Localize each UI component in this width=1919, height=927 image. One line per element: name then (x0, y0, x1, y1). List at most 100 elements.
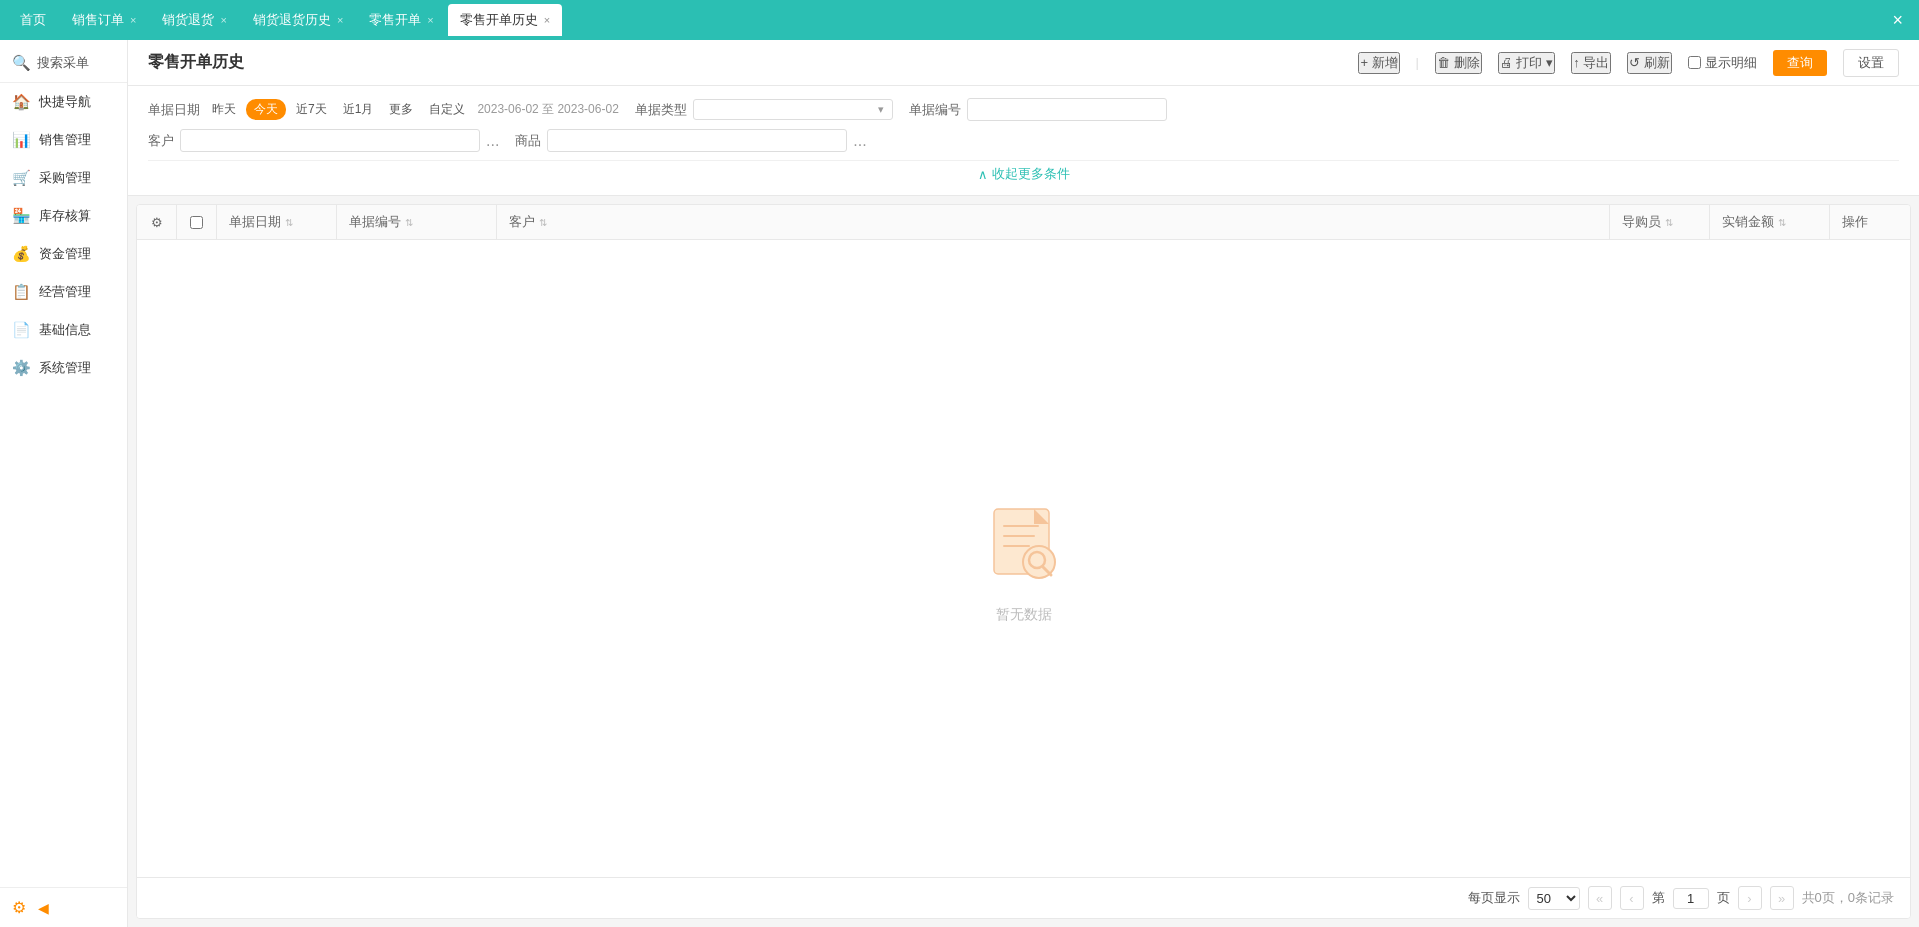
tab-sales-return-history-close[interactable]: × (337, 14, 343, 26)
last-page-icon: » (1778, 891, 1785, 906)
order-no-input[interactable] (967, 98, 1167, 121)
empty-state: 暂无数据 (137, 240, 1910, 877)
sidebar-sales-label: 销售管理 (39, 131, 91, 149)
print-button[interactable]: 🖨 打印 ▾ (1498, 52, 1556, 74)
prev-page-icon: ‹ (1629, 891, 1633, 906)
page-number-input[interactable] (1673, 888, 1709, 909)
th-order-no-sort: ⇅ (405, 217, 413, 228)
filter-row-2: 客户 ... 商品 ... (148, 129, 1899, 152)
th-customer[interactable]: 客户 ⇅ (497, 205, 1610, 239)
print-button-label: 🖨 打印 (1500, 54, 1543, 72)
type-filter-select[interactable]: ▾ (693, 99, 893, 120)
query-button-label: 查询 (1787, 54, 1813, 72)
sidebar-search-label: 搜索采单 (37, 54, 89, 72)
th-settings[interactable]: ⚙ (137, 205, 177, 239)
page-label: 第 (1652, 889, 1665, 907)
finance-icon: 💰 (12, 245, 31, 263)
product-dots[interactable]: ... (853, 132, 866, 150)
page-suffix: 页 (1717, 889, 1730, 907)
tab-retail-open-close[interactable]: × (427, 14, 433, 26)
th-salesman[interactable]: 导购员 ⇅ (1610, 205, 1710, 239)
operation-icon: 📋 (12, 283, 31, 301)
add-button[interactable]: + 新增 (1358, 52, 1399, 74)
tab-retail-open[interactable]: 零售开单 × (357, 4, 445, 36)
next-page-icon: › (1747, 891, 1751, 906)
query-button[interactable]: 查询 (1773, 50, 1827, 76)
collapse-label: 收起更多条件 (992, 165, 1070, 183)
tab-sales-return[interactable]: 销货退货 × (150, 4, 238, 36)
sidebar-operation-label: 经营管理 (39, 283, 91, 301)
last-page-button[interactable]: » (1770, 886, 1794, 910)
type-filter-arrow: ▾ (878, 103, 884, 116)
th-amount[interactable]: 实销金额 ⇅ (1710, 205, 1830, 239)
tab-retail-open-history[interactable]: 零售开单历史 × (448, 4, 562, 36)
tab-sales-order[interactable]: 销售订单 × (60, 4, 148, 36)
home-icon: 🏠 (12, 93, 31, 111)
table-container: ⚙ 单据日期 ⇅ 单据编号 ⇅ 客户 ⇅ 导购员 (136, 204, 1911, 919)
date-more-btn[interactable]: 更多 (383, 99, 419, 120)
table-settings-icon[interactable]: ⚙ (151, 215, 163, 230)
sidebar-item-operation[interactable]: 📋 经营管理 (0, 273, 127, 311)
sidebar-item-purchase[interactable]: 🛒 采购管理 (0, 159, 127, 197)
delete-button[interactable]: 🗑 删除 (1435, 52, 1482, 74)
empty-icon (974, 494, 1074, 594)
tab-retail-open-history-close[interactable]: × (544, 14, 550, 26)
th-checkbox[interactable] (177, 205, 217, 239)
print-arrow-icon: ▾ (1546, 55, 1553, 70)
th-order-no[interactable]: 单据编号 ⇅ (337, 205, 497, 239)
empty-text: 暂无数据 (996, 606, 1052, 624)
date-last7-btn[interactable]: 近7天 (290, 99, 333, 120)
tab-sales-return-close[interactable]: × (220, 14, 226, 26)
customer-dots[interactable]: ... (486, 132, 499, 150)
page-actions: + 新增 | 🗑 删除 🖨 打印 ▾ ↑ 导出 ↺ 刷新 (1358, 49, 1899, 77)
filter-row-1: 单据日期 昨天 今天 近7天 近1月 更多 自定义 2023-06-02 至 2… (148, 98, 1899, 121)
export-button[interactable]: ↑ 导出 (1571, 52, 1611, 74)
order-no-filter-label: 单据编号 (909, 101, 961, 119)
inventory-icon: 🏪 (12, 207, 31, 225)
refresh-button[interactable]: ↺ 刷新 (1627, 52, 1672, 74)
th-date[interactable]: 单据日期 ⇅ (217, 205, 337, 239)
sidebar-quick-nav-label: 快捷导航 (39, 93, 91, 111)
th-customer-sort: ⇅ (539, 217, 547, 228)
tab-sales-return-history[interactable]: 销货退货历史 × (241, 4, 355, 36)
display-detail-checkbox[interactable] (1688, 56, 1701, 69)
customer-input[interactable] (180, 129, 480, 152)
th-action-label: 操作 (1842, 213, 1868, 231)
sidebar-item-basic[interactable]: 📄 基础信息 (0, 311, 127, 349)
collapse-bar[interactable]: ∧ 收起更多条件 (148, 160, 1899, 187)
sidebar-item-sales[interactable]: 📊 销售管理 (0, 121, 127, 159)
collapse-sidebar-icon[interactable]: ◀ (38, 900, 49, 916)
sidebar-item-finance[interactable]: 💰 资金管理 (0, 235, 127, 273)
date-yesterday-btn[interactable]: 昨天 (206, 99, 242, 120)
close-all-button[interactable]: × (1884, 10, 1911, 31)
display-detail-toggle[interactable]: 显示明细 (1688, 54, 1757, 72)
product-input[interactable] (547, 129, 847, 152)
page-size-select[interactable]: 50 100 200 (1528, 887, 1580, 910)
first-page-button[interactable]: « (1588, 886, 1612, 910)
prev-page-button[interactable]: ‹ (1620, 886, 1644, 910)
date-last-month-btn[interactable]: 近1月 (337, 99, 380, 120)
settings-bottom-icon[interactable]: ⚙ (12, 898, 26, 917)
tab-home[interactable]: 首页 (8, 4, 58, 36)
table-header-row: ⚙ 单据日期 ⇅ 单据编号 ⇅ 客户 ⇅ 导购员 (137, 205, 1910, 240)
date-shortcuts: 昨天 今天 近7天 近1月 更多 自定义 (206, 99, 471, 120)
sidebar-item-system[interactable]: ⚙️ 系统管理 (0, 349, 127, 387)
delete-button-label: 🗑 删除 (1437, 54, 1480, 72)
total-info: 共0页，0条记录 (1802, 889, 1894, 907)
settings-button[interactable]: 设置 (1843, 49, 1899, 77)
date-today-btn[interactable]: 今天 (246, 99, 286, 120)
tab-sales-order-close[interactable]: × (130, 14, 136, 26)
date-custom-btn[interactable]: 自定义 (423, 99, 471, 120)
export-button-label: ↑ 导出 (1573, 54, 1609, 72)
sidebar-finance-label: 资金管理 (39, 245, 91, 263)
sidebar-item-inventory[interactable]: 🏪 库存核算 (0, 197, 127, 235)
sidebar-item-quick-nav[interactable]: 🏠 快捷导航 (0, 83, 127, 121)
th-customer-label: 客户 (509, 213, 535, 231)
select-all-checkbox[interactable] (190, 216, 203, 229)
customer-filter-group: 客户 ... (148, 129, 499, 152)
next-page-button[interactable]: › (1738, 886, 1762, 910)
sidebar-item-search[interactable]: 🔍 搜索采单 (0, 44, 127, 83)
system-icon: ⚙️ (12, 359, 31, 377)
th-date-label: 单据日期 (229, 213, 281, 231)
display-detail-label: 显示明细 (1705, 54, 1757, 72)
